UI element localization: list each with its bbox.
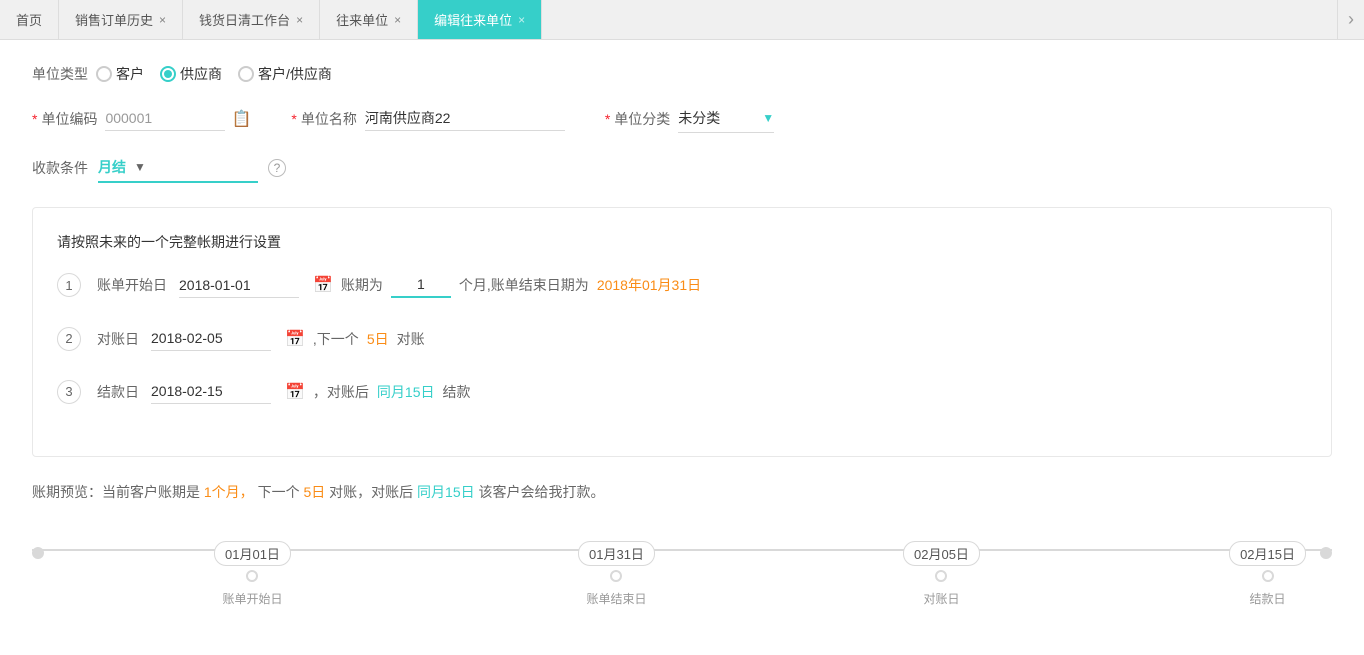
unit-code-label: 单位编码: [41, 109, 97, 129]
settings-card: 请按照未来的一个完整帐期进行设置 1 账单开始日 📅 账期为 个月,账单结束日期…: [32, 207, 1332, 457]
reconciliation-date-input[interactable]: [151, 326, 271, 351]
timeline-dot-2: [610, 570, 622, 582]
close-tab-edit-counterpart[interactable]: ×: [518, 13, 525, 27]
main-content: 单位类型 客户 供应商 客户/供应商 * 单位编码: [0, 40, 1364, 655]
close-tab-sales-history[interactable]: ×: [159, 13, 166, 27]
timeline-point-3: 02月05日 对账日: [903, 541, 980, 607]
timeline: 01月01日 账单开始日 01月31日 账单结束日 02月05日 对账日 02月…: [32, 531, 1332, 631]
preview-highlight3: 同月15日: [417, 484, 475, 500]
settings-title: 请按照未来的一个完整帐期进行设置: [57, 232, 1307, 252]
payment-date-prefix: ，对账后: [313, 382, 369, 402]
payment-condition-label: 收款条件: [32, 158, 88, 178]
close-tab-counterpart[interactable]: ×: [394, 13, 401, 27]
unit-type-group: 单位类型 客户 供应商 客户/供应商: [32, 64, 332, 84]
unit-category-dropdown[interactable]: 未分类 ▼: [678, 104, 774, 133]
bill-period-label: 账期为: [341, 275, 383, 295]
tab-home[interactable]: 首页: [0, 0, 59, 39]
payment-dropdown-arrow: ▼: [134, 160, 146, 174]
timeline-dot-4: [1262, 570, 1274, 582]
unit-name-input[interactable]: [365, 106, 565, 131]
setting-row-2: 2 对账日 📅 ,下一个 5日 对账: [57, 326, 1307, 355]
bill-start-label: 账单开始日: [97, 275, 167, 295]
timeline-label-3: 对账日: [923, 590, 959, 607]
unit-code-required: *: [32, 111, 37, 127]
timeline-date-1: 01月01日: [214, 541, 291, 566]
reconciliation-wrap: 📅 ,下一个 5日 对账: [151, 326, 425, 351]
unit-info-row: * 单位编码 📋 * 单位名称 * 单位分类 未分类 ▼: [32, 104, 1332, 133]
preview-highlight1: 1个月，: [204, 484, 254, 500]
tab-bar: 首页 销售订单历史 × 钱货日清工作台 × 往来单位 × 编辑往来单位 × ›: [0, 0, 1364, 40]
timeline-date-2: 01月31日: [578, 541, 655, 566]
payment-date-highlight: 同月15日: [377, 382, 435, 402]
reconciliation-highlight: 5日: [367, 329, 389, 349]
preview-highlight2: 5日: [303, 484, 325, 500]
radio-supplier-circle: [160, 66, 176, 82]
radio-group: 客户 供应商 客户/供应商: [96, 64, 332, 84]
timeline-date-3: 02月05日: [903, 541, 980, 566]
months-input[interactable]: [391, 272, 451, 298]
payment-condition-value: 月结: [98, 157, 126, 177]
payment-date-wrap: 📅 ，对账后 同月15日 结款: [151, 379, 471, 404]
reconciliation-calendar-icon[interactable]: 📅: [285, 329, 305, 349]
unit-name-label: 单位名称: [301, 109, 357, 129]
unit-code-group: * 单位编码 📋: [32, 106, 251, 131]
tab-sales-history[interactable]: 销售订单历史 ×: [59, 0, 183, 39]
unit-code-input[interactable]: [105, 106, 225, 131]
bill-start-wrap: 📅 账期为 个月,账单结束日期为 2018年01月31日: [179, 272, 701, 298]
radio-supplier[interactable]: 供应商: [160, 64, 222, 84]
unit-category-group: * 单位分类 未分类 ▼: [605, 104, 774, 133]
tab-more-button[interactable]: ›: [1337, 0, 1364, 39]
radio-customer-circle: [96, 66, 112, 82]
tab-cashier[interactable]: 钱货日清工作台 ×: [183, 0, 320, 39]
timeline-label-2: 账单结束日: [586, 590, 646, 607]
unit-category-value: 未分类: [678, 108, 758, 128]
timeline-point-4: 02月15日 结款日: [1229, 541, 1306, 607]
reconciliation-label: 对账日: [97, 329, 139, 349]
timeline-point-1: 01月01日 账单开始日: [214, 541, 291, 607]
payment-date-suffix: 结款: [443, 382, 471, 402]
radio-customer[interactable]: 客户: [96, 64, 144, 84]
tab-edit-counterpart[interactable]: 编辑往来单位 ×: [418, 0, 542, 39]
setting-num-1: 1: [57, 273, 81, 297]
setting-num-3: 3: [57, 380, 81, 404]
timeline-label-1: 账单开始日: [222, 590, 282, 607]
timeline-dot-3: [935, 570, 947, 582]
chevron-down-icon: ▼: [762, 111, 774, 125]
months-suffix: 个月,账单结束日期为: [459, 275, 589, 295]
timeline-label-4: 结款日: [1250, 590, 1286, 607]
preview-text: 账期预览：当前客户账期是 1个月， 下一个 5日 对账，对账后 同月15日 该客…: [32, 481, 1332, 503]
unit-name-required: *: [291, 111, 296, 127]
payment-date-label: 结款日: [97, 382, 139, 402]
unit-category-label: 单位分类: [614, 109, 670, 129]
setting-row-3: 3 结款日 📅 ，对账后 同月15日 结款: [57, 379, 1307, 408]
payment-date-input[interactable]: [151, 379, 271, 404]
setting-num-2: 2: [57, 327, 81, 351]
timeline-point-2: 01月31日 账单结束日: [578, 541, 655, 607]
unit-code-icon[interactable]: 📋: [231, 109, 251, 129]
unit-type-row: 单位类型 客户 供应商 客户/供应商: [32, 64, 1332, 84]
tab-counterpart[interactable]: 往来单位 ×: [320, 0, 418, 39]
timeline-date-4: 02月15日: [1229, 541, 1306, 566]
help-icon[interactable]: ?: [268, 159, 286, 177]
payment-condition-select[interactable]: 月结 ▼: [98, 153, 258, 183]
close-tab-cashier[interactable]: ×: [296, 13, 303, 27]
radio-customer-supplier-circle: [238, 66, 254, 82]
timeline-start-dot: [32, 547, 44, 559]
unit-name-group: * 单位名称: [291, 106, 564, 131]
payment-condition-row: 收款条件 月结 ▼ ?: [32, 153, 1332, 183]
bill-start-date-input[interactable]: [179, 273, 299, 298]
bill-end-date: 2018年01月31日: [597, 275, 701, 295]
unit-type-label: 单位类型: [32, 64, 88, 84]
timeline-dot-1: [246, 570, 258, 582]
payment-date-calendar-icon[interactable]: 📅: [285, 382, 305, 402]
reconciliation-suffix: 对账: [397, 329, 425, 349]
setting-row-1: 1 账单开始日 📅 账期为 个月,账单结束日期为 2018年01月31日: [57, 272, 1307, 302]
unit-category-required: *: [605, 111, 610, 127]
reconciliation-prefix: ,下一个: [313, 329, 359, 349]
timeline-end-dot: [1320, 547, 1332, 559]
radio-customer-supplier[interactable]: 客户/供应商: [238, 64, 332, 84]
timeline-points: 01月01日 账单开始日 01月31日 账单结束日 02月05日 对账日 02月…: [32, 541, 1332, 601]
bill-start-calendar-icon[interactable]: 📅: [313, 275, 333, 295]
